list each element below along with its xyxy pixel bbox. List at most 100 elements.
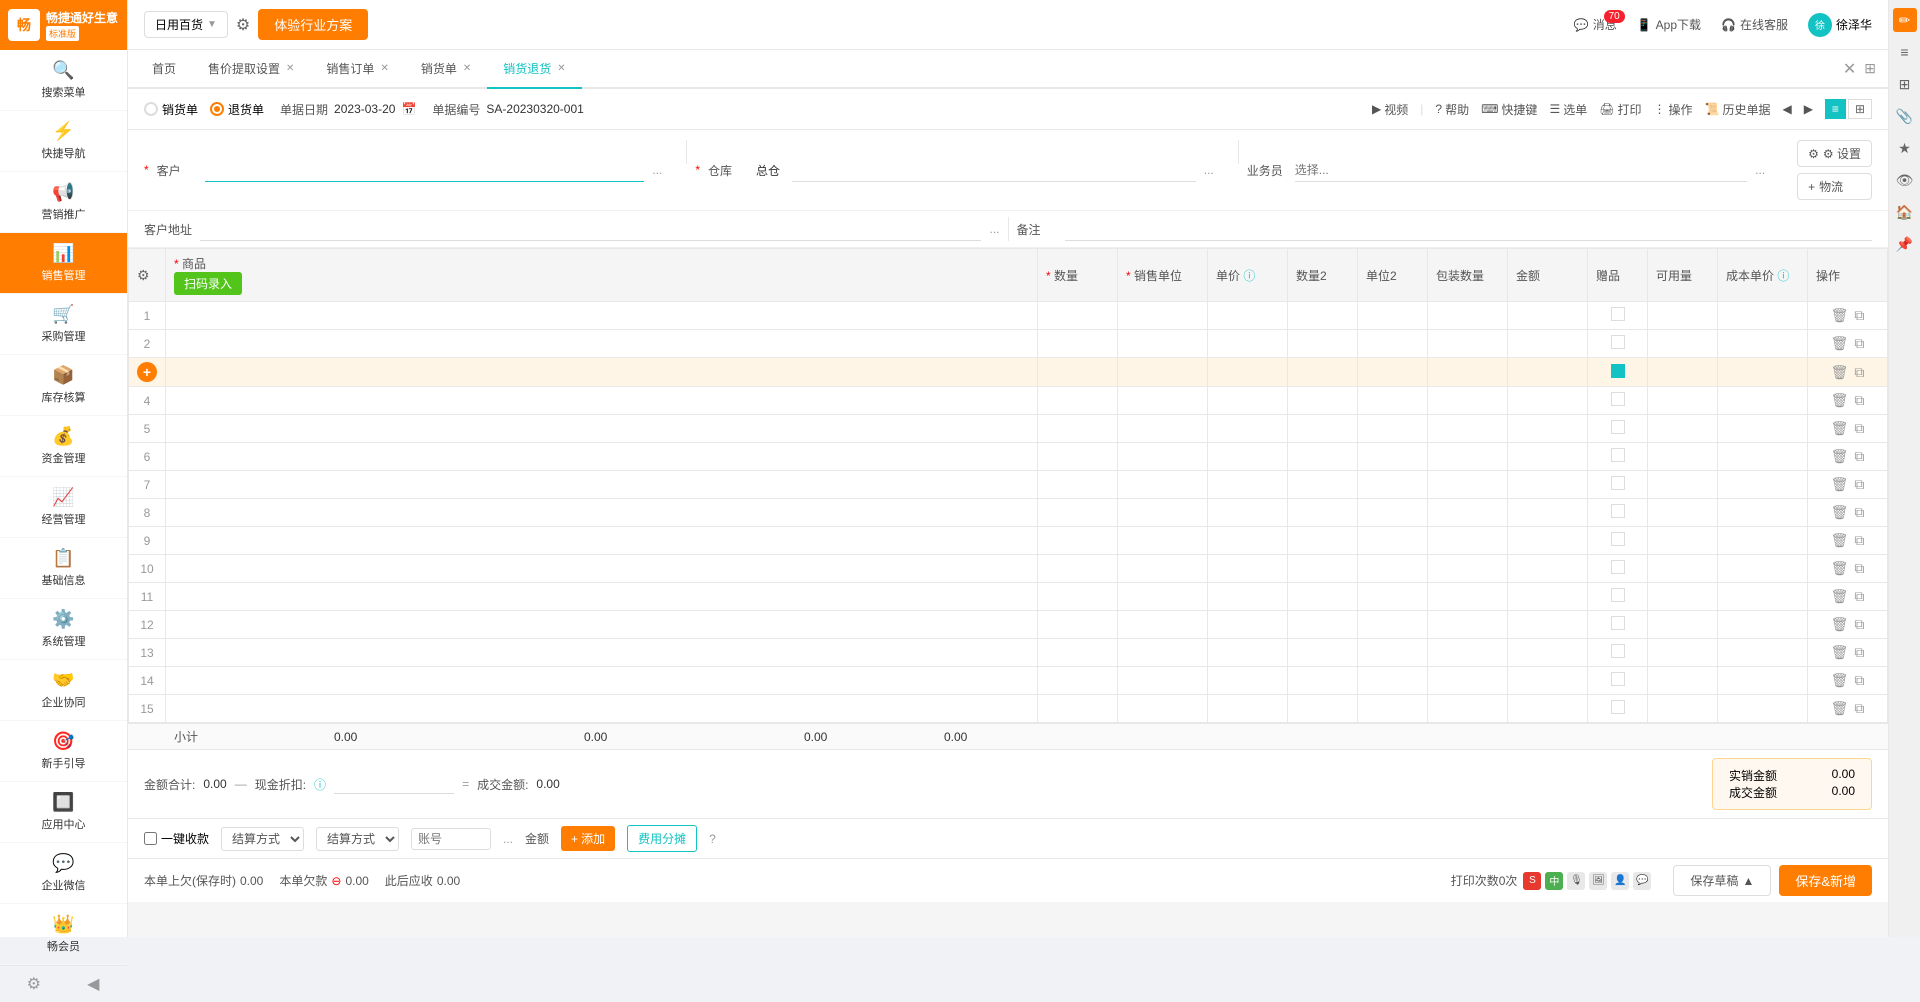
delete-icon-10[interactable]: 🗑 xyxy=(1831,560,1849,577)
row-2-unit[interactable] xyxy=(1118,330,1208,358)
print-btn[interactable]: 🖨 打印 xyxy=(1599,101,1641,118)
row-1-product[interactable] xyxy=(166,302,1038,330)
service-btn[interactable]: 🎧 在线客服 xyxy=(1721,16,1788,33)
customer-input[interactable] xyxy=(205,159,645,182)
row-5-unit[interactable] xyxy=(1118,415,1208,443)
sidebar-item-marketing[interactable]: 📢 营销推广 xyxy=(0,172,127,233)
row-2-pack-qty[interactable] xyxy=(1428,330,1508,358)
row-14-unit2[interactable] xyxy=(1358,667,1428,695)
row-4-unit[interactable] xyxy=(1118,387,1208,415)
product-input-12[interactable] xyxy=(174,618,1029,632)
row-5-qty2[interactable] xyxy=(1288,415,1358,443)
sidebar-item-apps[interactable]: 🔲 应用中心 xyxy=(0,782,127,843)
row-12-pack-qty[interactable] xyxy=(1428,611,1508,639)
row-1-amount[interactable] xyxy=(1508,302,1588,330)
one-click-payment-checkbox[interactable]: 一键收款 xyxy=(144,830,209,847)
video-btn[interactable]: ▶ 视频 xyxy=(1372,101,1408,118)
row-4-cost-price[interactable] xyxy=(1718,387,1808,415)
radio-return[interactable]: 退货单 xyxy=(210,101,264,118)
row-2-price[interactable] xyxy=(1208,330,1288,358)
close-all-btn[interactable]: ✕ xyxy=(1839,55,1860,83)
row-10-unit2[interactable] xyxy=(1358,555,1428,583)
row-6-unit[interactable] xyxy=(1118,443,1208,471)
row-6-unit2[interactable] xyxy=(1358,443,1428,471)
row-8-available[interactable] xyxy=(1648,499,1718,527)
sidebar-item-system[interactable]: ⚙️ 系统管理 xyxy=(0,599,127,660)
row-3-pack-qty[interactable] xyxy=(1428,358,1508,387)
row-6-amount[interactable] xyxy=(1508,443,1588,471)
customer-select-icon[interactable]: ... xyxy=(652,163,662,177)
row-8-price[interactable] xyxy=(1208,499,1288,527)
row-11-price[interactable] xyxy=(1208,583,1288,611)
row-8-product[interactable] xyxy=(166,499,1038,527)
right-panel-home-icon[interactable]: 🏠 xyxy=(1893,200,1917,224)
row-7-product[interactable] xyxy=(166,471,1038,499)
row-11-pack-qty[interactable] xyxy=(1428,583,1508,611)
row-10-qty[interactable] xyxy=(1038,555,1118,583)
tab-sales-order-close[interactable]: ✕ xyxy=(380,63,388,74)
row-13-cost-price[interactable] xyxy=(1718,639,1808,667)
copy-icon-15[interactable]: ⧉ xyxy=(1854,700,1864,717)
copy-icon-3[interactable]: ⧉ xyxy=(1854,364,1864,381)
row-6-price[interactable] xyxy=(1208,443,1288,471)
copy-icon-5[interactable]: ⧉ xyxy=(1854,420,1864,437)
radio-delivery[interactable]: 销货单 xyxy=(144,101,198,118)
product-input-4[interactable] xyxy=(174,394,1029,408)
history-btn[interactable]: 📜 历史单据 xyxy=(1704,101,1770,118)
copy-icon-8[interactable]: ⧉ xyxy=(1854,504,1864,521)
sidebar-settings-btn[interactable]: ⚙ xyxy=(8,974,60,994)
row-15-amount[interactable] xyxy=(1508,695,1588,723)
sidebar-item-enterprise[interactable]: 🤝 企业协同 xyxy=(0,660,127,721)
app-download-btn[interactable]: 📱 App下载 xyxy=(1637,16,1701,33)
row-14-unit[interactable] xyxy=(1118,667,1208,695)
staff-input[interactable] xyxy=(1295,159,1747,182)
row-10-cost-price[interactable] xyxy=(1718,555,1808,583)
delete-icon-13[interactable]: 🗑 xyxy=(1831,644,1849,661)
row-9-unit[interactable] xyxy=(1118,527,1208,555)
row-1-price[interactable] xyxy=(1208,302,1288,330)
row-3-amount[interactable] xyxy=(1508,358,1588,387)
row-15-gift[interactable] xyxy=(1588,695,1648,723)
row-8-pack-qty[interactable] xyxy=(1428,499,1508,527)
row-4-price[interactable] xyxy=(1208,387,1288,415)
row-2-available[interactable] xyxy=(1648,330,1718,358)
row-15-product[interactable] xyxy=(166,695,1038,723)
row-4-qty2[interactable] xyxy=(1288,387,1358,415)
row-8-gift[interactable] xyxy=(1588,499,1648,527)
tab-sales-order[interactable]: 销售订单 ✕ xyxy=(310,50,404,89)
row-11-qty2[interactable] xyxy=(1288,583,1358,611)
delete-icon-7[interactable]: 🗑 xyxy=(1831,476,1849,493)
copy-icon-14[interactable]: ⧉ xyxy=(1854,672,1864,689)
logistics-side-btn[interactable]: + 物流 xyxy=(1797,173,1872,200)
row-4-gift[interactable] xyxy=(1588,387,1648,415)
row-14-gift[interactable] xyxy=(1588,667,1648,695)
row-6-cost-price[interactable] xyxy=(1718,443,1808,471)
row-1-unit2[interactable] xyxy=(1358,302,1428,330)
calendar-icon[interactable]: 📅 xyxy=(401,102,416,116)
row-5-cost-price[interactable] xyxy=(1718,415,1808,443)
row-2-qty[interactable] xyxy=(1038,330,1118,358)
row-2-gift[interactable] xyxy=(1588,330,1648,358)
delete-icon-11[interactable]: 🗑 xyxy=(1831,588,1849,605)
row-12-amount[interactable] xyxy=(1508,611,1588,639)
delete-icon-8[interactable]: 🗑 xyxy=(1831,504,1849,521)
product-input-5[interactable] xyxy=(174,422,1029,436)
row-5-available[interactable] xyxy=(1648,415,1718,443)
row-4-amount[interactable] xyxy=(1508,387,1588,415)
row-5-gift[interactable] xyxy=(1588,415,1648,443)
row-9-available[interactable] xyxy=(1648,527,1718,555)
product-input-8[interactable] xyxy=(174,506,1029,520)
delete-icon-12[interactable]: 🗑 xyxy=(1831,616,1849,633)
nav-next-btn[interactable]: ▶ xyxy=(1804,102,1813,116)
row-7-qty[interactable] xyxy=(1038,471,1118,499)
gift-cb-5[interactable] xyxy=(1611,420,1625,434)
expense-btn[interactable]: 费用分摊 xyxy=(627,825,697,852)
row-6-available[interactable] xyxy=(1648,443,1718,471)
gift-cb-7[interactable] xyxy=(1611,476,1625,490)
topbar-gear-icon[interactable]: ⚙ xyxy=(236,15,250,35)
scan-input-btn[interactable]: 扫码录入 xyxy=(174,272,242,295)
row-15-cost-price[interactable] xyxy=(1718,695,1808,723)
product-input-14[interactable] xyxy=(174,674,1029,688)
row-1-qty2[interactable] xyxy=(1288,302,1358,330)
row-3-unit[interactable] xyxy=(1118,358,1208,387)
